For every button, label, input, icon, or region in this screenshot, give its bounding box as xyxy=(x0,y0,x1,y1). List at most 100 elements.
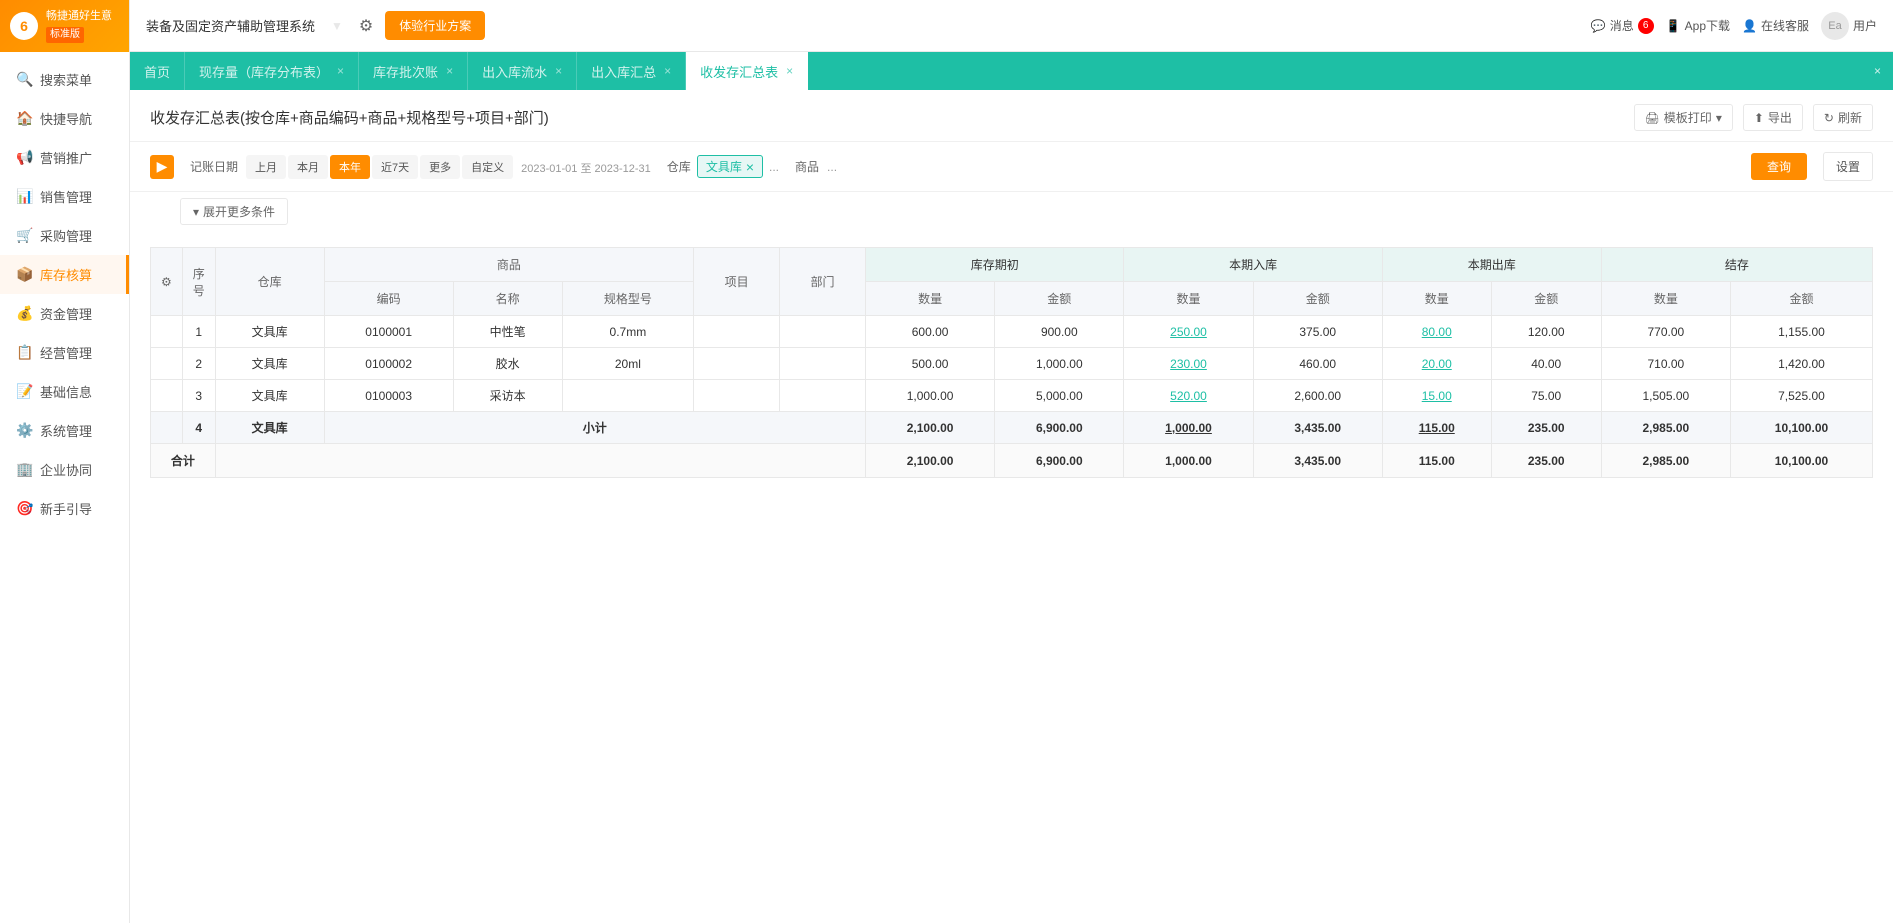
sidebar-item-guide[interactable]: 🎯 新手引导 xyxy=(0,489,129,528)
warehouse-more[interactable]: ... xyxy=(769,160,779,174)
tab-inventory-dist-close[interactable]: × xyxy=(337,64,344,78)
tab-in-out-summary[interactable]: 出入库汇总 × xyxy=(577,52,686,90)
sidebar-item-search[interactable]: 🔍 搜索菜单 xyxy=(0,60,129,99)
col-in-qty: 数量 xyxy=(1124,282,1253,316)
row-num: 3 xyxy=(182,380,215,412)
sidebar-item-marketing[interactable]: 📢 营销推广 xyxy=(0,138,129,177)
sidebar-item-inventory[interactable]: 📦 库存核算 xyxy=(0,255,129,294)
row-balance-amt: 1,155.00 xyxy=(1730,316,1872,348)
message-action[interactable]: 💬 消息 6 xyxy=(1591,17,1654,34)
filter-toggle-btn[interactable]: ▶ xyxy=(150,155,174,179)
refresh-label: 刷新 xyxy=(1838,109,1862,126)
sidebar-label-operations: 经营管理 xyxy=(40,343,92,362)
tab-inventory-dist-label: 现存量（库存分布表） xyxy=(199,62,329,81)
refresh-btn[interactable]: ↻ 刷新 xyxy=(1813,104,1873,131)
export-btn[interactable]: ⬆ 导出 xyxy=(1743,104,1803,131)
date-btn-more[interactable]: 更多 xyxy=(420,155,460,179)
sidebar-item-basic[interactable]: 📝 基础信息 xyxy=(0,372,129,411)
tab-in-out-flow-close[interactable]: × xyxy=(555,64,562,78)
inventory-icon: 📦 xyxy=(16,266,32,283)
row-product-code: 0100001 xyxy=(324,316,453,348)
row-out-amt: 40.00 xyxy=(1491,348,1601,380)
expand-bar: ▾ 展开更多条件 xyxy=(130,192,1893,231)
col-balance-amt: 金额 xyxy=(1730,282,1872,316)
sidebar-label-guide: 新手引导 xyxy=(40,499,92,518)
sidebar-label-marketing: 营销推广 xyxy=(40,148,92,167)
settings-icon[interactable]: ⚙ xyxy=(359,16,373,36)
date-label: 记账日期 xyxy=(190,158,238,175)
user-label: 用户 xyxy=(1853,17,1877,34)
table-row: 2 文具库 0100002 胶水 20ml 500.00 1,000.00 23… xyxy=(151,348,1873,380)
tab-recv-send-close[interactable]: × xyxy=(786,64,793,78)
logo-line1: 畅捷通好生意 xyxy=(46,9,112,24)
row-in-qty[interactable]: 520.00 xyxy=(1124,380,1253,412)
user-action[interactable]: Ea 用户 xyxy=(1821,12,1877,40)
row-project xyxy=(694,316,780,348)
query-btn[interactable]: 查询 xyxy=(1751,153,1807,180)
product-label: 商品 xyxy=(795,158,819,175)
row-project xyxy=(694,348,780,380)
date-range: 2023-01-01 至 2023-12-31 xyxy=(521,160,651,176)
sidebar-label-search: 搜索菜单 xyxy=(40,70,92,89)
tab-in-out-flow[interactable]: 出入库流水 × xyxy=(468,52,577,90)
sidebar-item-purchase[interactable]: 🛒 采购管理 xyxy=(0,216,129,255)
tab-batch-ledger-close[interactable]: × xyxy=(446,64,453,78)
page-actions: 🖨 模板打印 ▾ ⬆ 导出 ↻ 刷新 xyxy=(1634,104,1873,131)
tab-recv-send-summary[interactable]: 收发存汇总表 × xyxy=(686,52,808,90)
tab-bar-close-all[interactable]: × xyxy=(1862,52,1893,90)
col-balance-header: 结存 xyxy=(1601,248,1872,282)
tab-in-out-summary-label: 出入库汇总 xyxy=(591,62,656,81)
date-btn-custom[interactable]: 自定义 xyxy=(462,155,513,179)
product-more[interactable]: ... xyxy=(827,160,837,174)
online-service-label: 在线客服 xyxy=(1761,17,1809,34)
total-balance-qty: 2,985.00 xyxy=(1601,444,1730,478)
expand-conditions-btn[interactable]: ▾ 展开更多条件 xyxy=(180,198,288,225)
sidebar-label-enterprise: 企业协同 xyxy=(40,460,92,479)
row-out-qty[interactable]: 20.00 xyxy=(1382,348,1491,380)
total-in-qty: 1,000.00 xyxy=(1124,444,1253,478)
subtotal-row: 4 文具库 小计 2,100.00 6,900.00 1,000.00 3,43… xyxy=(151,412,1873,444)
tab-batch-ledger[interactable]: 库存批次账 × xyxy=(359,52,468,90)
logo-area: 6 畅捷通好生意 标准版 xyxy=(0,0,129,52)
date-filter-group: 记账日期 上月 本月 本年 近7天 更多 自定义 2023-01-01 至 20… xyxy=(190,155,651,179)
row-product-name: 中性笔 xyxy=(453,316,562,348)
experience-btn[interactable]: 体验行业方案 xyxy=(385,11,485,40)
row-in-qty[interactable]: 250.00 xyxy=(1124,316,1253,348)
total-label: 合计 xyxy=(151,444,216,478)
sidebar-item-system[interactable]: ⚙️ 系统管理 xyxy=(0,411,129,450)
col-department-header: 部门 xyxy=(780,248,866,316)
sidebar-item-operations[interactable]: 📋 经营管理 xyxy=(0,333,129,372)
row-out-amt: 120.00 xyxy=(1491,316,1601,348)
warehouse-label: 仓库 xyxy=(667,158,691,175)
chevron-down-icon2: ▾ xyxy=(193,205,199,219)
print-btn[interactable]: 🖨 模板打印 ▾ xyxy=(1634,104,1733,131)
row-in-qty[interactable]: 230.00 xyxy=(1124,348,1253,380)
sidebar-item-enterprise[interactable]: 🏢 企业协同 xyxy=(0,450,129,489)
date-btn-this-month[interactable]: 本月 xyxy=(288,155,328,179)
tab-home[interactable]: 首页 xyxy=(130,52,185,90)
home-icon: 🏠 xyxy=(16,110,32,127)
app-download-action[interactable]: 📱 App下载 xyxy=(1666,17,1730,34)
row-product-code: 0100003 xyxy=(324,380,453,412)
online-service-action[interactable]: 👤 在线客服 xyxy=(1742,17,1809,34)
date-btn-7days[interactable]: 近7天 xyxy=(372,155,418,179)
settings-small-btn[interactable]: 设置 xyxy=(1823,152,1873,181)
total-out-amt: 235.00 xyxy=(1491,444,1601,478)
row-opening-qty: 1,000.00 xyxy=(866,380,995,412)
sidebar-item-quick-nav[interactable]: 🏠 快捷导航 xyxy=(0,99,129,138)
col-out-amt: 金额 xyxy=(1491,282,1601,316)
tab-in-out-summary-close[interactable]: × xyxy=(664,64,671,78)
tab-home-label: 首页 xyxy=(144,62,170,81)
row-department xyxy=(780,316,866,348)
col-in-amt: 金额 xyxy=(1253,282,1382,316)
row-balance-amt: 1,420.00 xyxy=(1730,348,1872,380)
warehouse-remove-btn[interactable]: × xyxy=(746,160,754,174)
row-out-qty[interactable]: 15.00 xyxy=(1382,380,1491,412)
date-btn-this-year[interactable]: 本年 xyxy=(330,155,370,179)
tab-inventory-dist[interactable]: 现存量（库存分布表） × xyxy=(185,52,359,90)
sidebar-item-finance[interactable]: 💰 资金管理 xyxy=(0,294,129,333)
row-opening-qty: 500.00 xyxy=(866,348,995,380)
date-btn-last-month[interactable]: 上月 xyxy=(246,155,286,179)
row-out-qty[interactable]: 80.00 xyxy=(1382,316,1491,348)
sidebar-item-sales[interactable]: 📊 销售管理 xyxy=(0,177,129,216)
